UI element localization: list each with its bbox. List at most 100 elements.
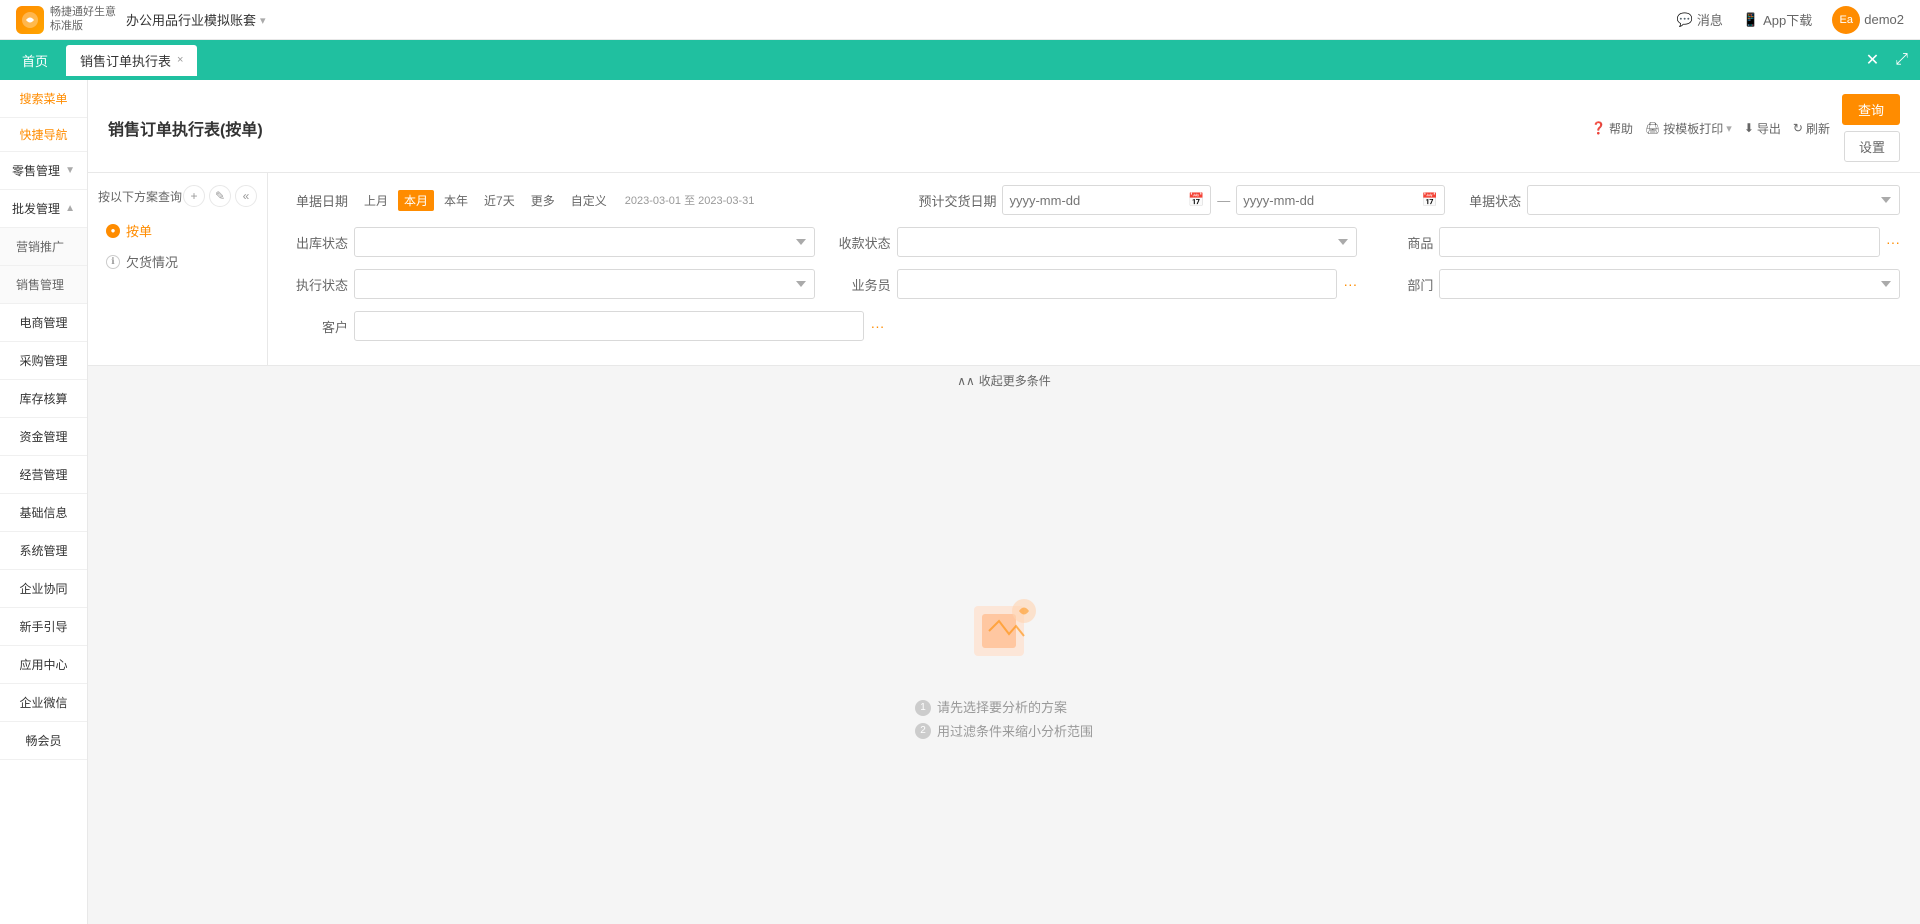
date-more-btn[interactable]: 更多 — [525, 190, 561, 211]
logo-icon — [16, 6, 44, 34]
dept-label: 部门 — [1373, 275, 1433, 294]
expected-date-to-input[interactable] — [1243, 193, 1422, 208]
filter-field-date: 单据日期 上月 本月 本年 近7天 更多 自定义 2023-03-01 至 20… — [288, 190, 902, 211]
user-menu[interactable]: Ea demo2 — [1832, 6, 1904, 34]
header-left: 畅捷通好生意 标准版 办公用品行业模拟账套 — [16, 6, 266, 34]
delivery-status-label: 出库状态 — [288, 233, 348, 252]
sidebar-quick-nav[interactable]: 快捷导航 — [0, 118, 87, 152]
filter-field-delivery-status: 出库状态 — [288, 227, 815, 257]
print-button[interactable]: 🖨 按模板打印 — [1645, 120, 1732, 137]
payment-status-label: 收款状态 — [831, 233, 891, 252]
filter-field-expected-date: 预计交货日期 📅 — 📅 — [918, 185, 1445, 215]
sidebar-item-corpwechat[interactable]: 企业微信 — [0, 684, 87, 722]
collapse-filter-button[interactable]: ∧∧ 收起更多条件 — [88, 365, 1920, 395]
sidebar-item-wholesale[interactable]: 批发管理 ▲ — [0, 190, 87, 228]
payment-status-select[interactable] — [897, 227, 1358, 257]
empty-state: 1 请先选择要分析的方案 2 用过滤条件来缩小分析范围 — [88, 395, 1920, 924]
salesperson-label: 业务员 — [831, 275, 891, 294]
filter-field-payment-status: 收款状态 — [831, 227, 1358, 257]
delivery-status-select[interactable] — [354, 227, 815, 257]
add-scheme-button[interactable]: + — [183, 185, 205, 207]
export-button[interactable]: ⬇ 导出 — [1744, 120, 1781, 137]
help-icon: ❓ — [1591, 121, 1606, 135]
window-close-icon[interactable]: ✕ — [1862, 48, 1883, 72]
customer-input[interactable] — [354, 311, 864, 341]
main-layout: 搜索菜单 快捷导航 零售管理 ▼ 批发管理 ▲ 营销推广 销售管理 电商管理 采… — [0, 80, 1920, 924]
date-7days-btn[interactable]: 近7天 — [478, 190, 521, 211]
sidebar: 搜索菜单 快捷导航 零售管理 ▼ 批发管理 ▲ 营销推广 销售管理 电商管理 采… — [0, 80, 88, 924]
sidebar-item-sales[interactable]: 销售管理 — [0, 266, 87, 304]
sidebar-item-inventory[interactable]: 库存核算 — [0, 380, 87, 418]
filter-field-salesperson: 业务员 ··· — [831, 269, 1358, 299]
collapse-icon: ∧∧ — [957, 374, 975, 388]
app-selector-dropdown[interactable]: 办公用品行业模拟账套 — [126, 10, 266, 29]
exec-status-select[interactable] — [354, 269, 815, 299]
expected-date-from-input[interactable] — [1009, 193, 1188, 208]
empty-tip-2: 2 用过滤条件来缩小分析范围 — [915, 720, 1093, 743]
refresh-button[interactable]: ↻ 刷新 — [1793, 120, 1830, 137]
filter-fields: 单据日期 上月 本月 本年 近7天 更多 自定义 2023-03-01 至 20… — [268, 173, 1920, 365]
date-custom-btn[interactable]: 自定义 — [565, 190, 613, 211]
sidebar-item-newbie[interactable]: 新手引导 — [0, 608, 87, 646]
tab-bar: 首页 销售订单执行表 × ✕ ⤢ — [0, 40, 1920, 80]
filter-row-3: 执行状态 业务员 ··· 部门 — [288, 269, 1900, 299]
sidebar-item-enterprise[interactable]: 企业协同 — [0, 570, 87, 608]
scheme-order-icon: ● — [106, 224, 120, 238]
message-icon: 💬 — [1677, 12, 1693, 28]
goods-picker-icon[interactable]: ··· — [1886, 234, 1900, 250]
status-select[interactable] — [1527, 185, 1900, 215]
goods-label: 商品 — [1373, 233, 1433, 252]
window-maximize-icon[interactable]: ⤢ — [1891, 49, 1912, 71]
calendar-to-icon[interactable]: 📅 — [1422, 192, 1438, 208]
calendar-from-icon[interactable]: 📅 — [1188, 192, 1204, 208]
refresh-icon: ↻ — [1793, 121, 1803, 135]
filter-scheme-actions: + ✎ « — [183, 185, 257, 207]
edit-scheme-button[interactable]: ✎ — [209, 185, 231, 207]
tab-close-icon[interactable]: × — [177, 54, 183, 66]
sidebar-item-operation[interactable]: 经营管理 — [0, 456, 87, 494]
settings-button[interactable]: 设置 — [1844, 131, 1900, 162]
avatar: Ea — [1832, 6, 1860, 34]
help-button[interactable]: ❓ 帮助 — [1591, 120, 1633, 137]
tab-sales-order-execution[interactable]: 销售订单执行表 × — [66, 45, 197, 76]
filter-field-customer: 客户 ··· — [288, 311, 884, 341]
print-chevron-icon — [1726, 121, 1732, 135]
sidebar-item-marketing[interactable]: 营销推广 — [0, 228, 87, 266]
header-right: 💬 消息 📱 App下载 Ea demo2 — [1677, 6, 1904, 34]
page-title: 销售订单执行表(按单) — [108, 116, 263, 140]
sidebar-item-finance[interactable]: 资金管理 — [0, 418, 87, 456]
tab-bar-actions: ✕ ⤢ — [1862, 48, 1912, 72]
salesperson-input[interactable] — [897, 269, 1338, 299]
message-button[interactable]: 💬 消息 — [1677, 10, 1723, 29]
salesperson-picker-icon[interactable]: ··· — [1343, 276, 1357, 292]
date-this-year-btn[interactable]: 本年 — [438, 190, 474, 211]
collapse-scheme-button[interactable]: « — [235, 185, 257, 207]
tip-num-2: 2 — [915, 723, 931, 739]
sidebar-item-purchase[interactable]: 采购管理 — [0, 342, 87, 380]
query-button[interactable]: 查询 — [1842, 94, 1900, 125]
sidebar-item-system[interactable]: 系统管理 — [0, 532, 87, 570]
sidebar-item-retail[interactable]: 零售管理 ▼ — [0, 152, 87, 190]
sidebar-item-appstore[interactable]: 应用中心 — [0, 646, 87, 684]
sidebar-item-ecommerce[interactable]: 电商管理 — [0, 304, 87, 342]
date-this-month-btn[interactable]: 本月 — [398, 190, 434, 211]
app-download-button[interactable]: 📱 App下载 — [1743, 10, 1812, 29]
tab-home[interactable]: 首页 — [8, 45, 62, 76]
filter-row-1: 单据日期 上月 本月 本年 近7天 更多 自定义 2023-03-01 至 20… — [288, 185, 1900, 215]
dept-select[interactable] — [1439, 269, 1900, 299]
scheme-debt[interactable]: ℹ 欠货情况 — [98, 246, 257, 277]
logo-text: 畅捷通好生意 标准版 — [50, 6, 116, 32]
expected-date-from-input-wrap: 📅 — [1002, 185, 1211, 215]
filter-field-dept: 部门 — [1373, 269, 1900, 299]
date-prev-month-btn[interactable]: 上月 — [358, 190, 394, 211]
scheme-by-order[interactable]: ● 按单 — [98, 215, 257, 246]
date-quick-buttons: 上月 本月 本年 近7天 更多 自定义 — [358, 190, 613, 211]
sidebar-item-member[interactable]: 畅会员 — [0, 722, 87, 760]
filter-field-goods: 商品 ··· — [1373, 227, 1900, 257]
sidebar-item-basic[interactable]: 基础信息 — [0, 494, 87, 532]
expected-date-label: 预计交货日期 — [918, 191, 996, 210]
goods-input[interactable] — [1439, 227, 1880, 257]
customer-picker-icon[interactable]: ··· — [870, 318, 884, 334]
date-sep: — — [1217, 193, 1230, 208]
sidebar-search[interactable]: 搜索菜单 — [0, 80, 87, 118]
